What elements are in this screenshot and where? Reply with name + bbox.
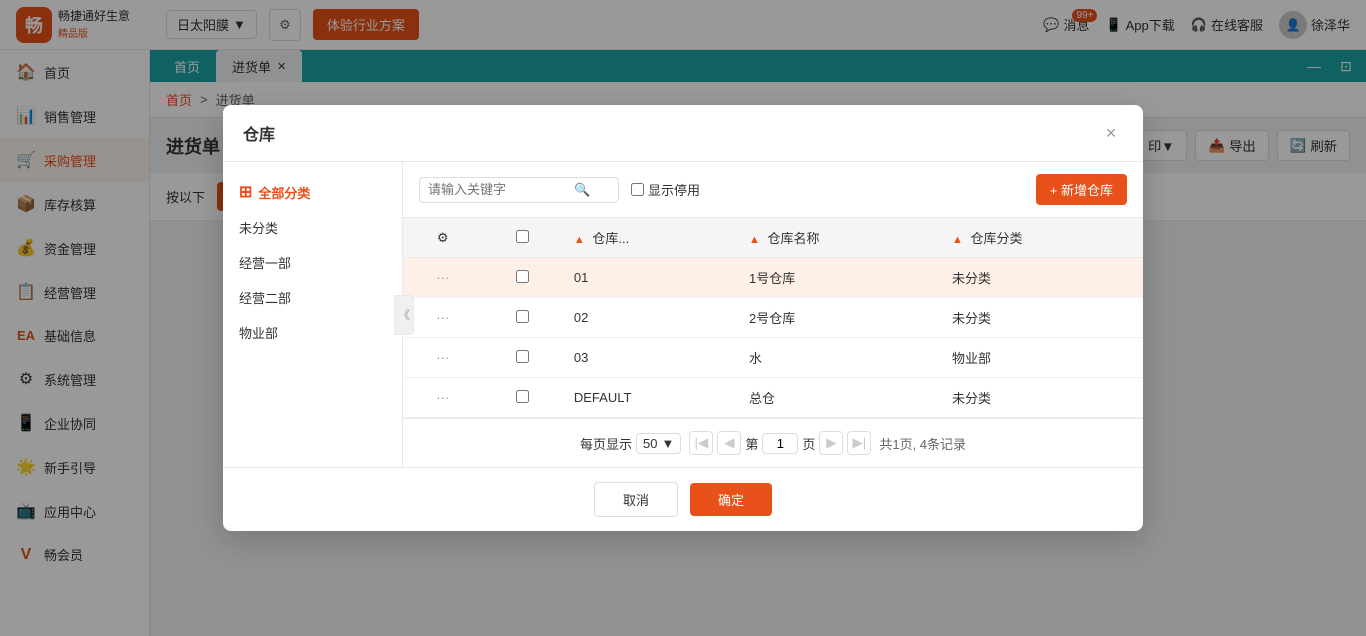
- table-row: ··· 03 水 物业部: [403, 338, 1143, 378]
- category-label-0: 未分类: [239, 221, 278, 236]
- row-code: DEFAULT: [562, 378, 737, 418]
- show-disabled-toggle[interactable]: 显示停用: [631, 180, 700, 199]
- page-unit: 页: [802, 434, 815, 453]
- row-category: 未分类: [940, 298, 1143, 338]
- prev-page-button[interactable]: ◀: [717, 431, 741, 455]
- next-page-button[interactable]: ▶: [819, 431, 843, 455]
- row-actions: ···: [403, 378, 482, 418]
- search-input[interactable]: [428, 182, 568, 197]
- select-all-checkbox[interactable]: [516, 230, 529, 243]
- row-checkbox-cell: [482, 378, 561, 418]
- col-code-label: 仓库...: [592, 231, 629, 246]
- table-toolbar: 🔍 显示停用 + 新增仓库: [403, 162, 1143, 218]
- collapse-panel-button[interactable]: 《: [394, 295, 414, 335]
- category-panel: ⊞ 全部分类 未分类 经营一部 经营二部 物业部 《: [223, 162, 403, 467]
- col-category-label: 仓库分类: [970, 231, 1022, 246]
- table-row: ··· DEFAULT 总仓 未分类: [403, 378, 1143, 418]
- last-page-button[interactable]: ▶|: [847, 431, 871, 455]
- row-ellipsis-button[interactable]: ···: [436, 270, 449, 285]
- row-code: 03: [562, 338, 737, 378]
- category-label-3: 物业部: [239, 326, 278, 341]
- modal-footer: 取消 确定: [223, 467, 1143, 531]
- sort-code-icon: ▲: [574, 234, 585, 246]
- dropdown-arrow-icon: ▼: [661, 436, 674, 451]
- modal-body: ⊞ 全部分类 未分类 经营一部 经营二部 物业部 《: [223, 162, 1143, 467]
- category-item-ops2[interactable]: 经营二部: [223, 280, 402, 315]
- add-warehouse-button[interactable]: + 新增仓库: [1036, 174, 1127, 205]
- row-category: 未分类: [940, 378, 1143, 418]
- sort-category-icon: ▲: [952, 234, 963, 246]
- warehouse-table: ⚙ ▲ 仓库... ▲ 仓库名称: [403, 218, 1143, 418]
- col-name-label: 仓库名称: [768, 231, 820, 246]
- category-item-unclassified[interactable]: 未分类: [223, 210, 402, 245]
- pagination: 每页显示 50 ▼ |◀ ◀ 第 页 ▶ ▶|: [403, 418, 1143, 467]
- col-header-name: ▲ 仓库名称: [737, 218, 940, 258]
- all-categories-label: 全部分类: [258, 183, 310, 202]
- first-page-button[interactable]: |◀: [689, 431, 713, 455]
- table-body: ··· 01 1号仓库 未分类 ··· 02 2号仓库 未分类 ··· 03 水…: [403, 258, 1143, 418]
- row-ellipsis-button[interactable]: ···: [436, 310, 449, 325]
- row-checkbox-cell: [482, 258, 561, 298]
- row-checkbox[interactable]: [516, 390, 529, 403]
- search-box[interactable]: 🔍: [419, 177, 619, 203]
- table-row: ··· 01 1号仓库 未分类: [403, 258, 1143, 298]
- row-actions: ···: [403, 338, 482, 378]
- col-header-code: ▲ 仓库...: [562, 218, 737, 258]
- row-actions: ···: [403, 298, 482, 338]
- table-panel: 🔍 显示停用 + 新增仓库 ⚙: [403, 162, 1143, 467]
- page-total: 共1页, 4条记录: [879, 434, 966, 453]
- page-label: 第: [745, 434, 758, 453]
- chevron-left-icon: 《: [398, 306, 410, 323]
- category-label-2: 经营二部: [239, 291, 291, 306]
- category-item-property[interactable]: 物业部: [223, 315, 402, 350]
- modal-title: 仓库: [243, 121, 275, 145]
- confirm-button[interactable]: 确定: [690, 483, 772, 516]
- row-checkbox[interactable]: [516, 270, 529, 283]
- row-name: 总仓: [737, 378, 940, 418]
- grid-icon: ⊞: [239, 182, 252, 202]
- page-size-select: 每页显示 50 ▼: [580, 433, 681, 454]
- show-disabled-checkbox[interactable]: [631, 183, 644, 196]
- warehouse-modal: 仓库 × ⊞ 全部分类 未分类 经营一部 经营二部: [223, 105, 1143, 531]
- row-ellipsis-button[interactable]: ···: [436, 390, 449, 405]
- modal-overlay: 仓库 × ⊞ 全部分类 未分类 经营一部 经营二部: [0, 0, 1366, 636]
- row-name: 水: [737, 338, 940, 378]
- show-disabled-label: 显示停用: [648, 180, 700, 199]
- data-table: ⚙ ▲ 仓库... ▲ 仓库名称: [403, 218, 1143, 418]
- row-checkbox-cell: [482, 338, 561, 378]
- col-header-checkbox: [482, 218, 561, 258]
- table-row: ··· 02 2号仓库 未分类: [403, 298, 1143, 338]
- row-category: 未分类: [940, 258, 1143, 298]
- modal-header: 仓库 ×: [223, 105, 1143, 162]
- cancel-button[interactable]: 取消: [594, 482, 678, 517]
- row-checkbox-cell: [482, 298, 561, 338]
- row-ellipsis-button[interactable]: ···: [436, 350, 449, 365]
- row-checkbox[interactable]: [516, 310, 529, 323]
- category-label-1: 经营一部: [239, 256, 291, 271]
- row-name: 1号仓库: [737, 258, 940, 298]
- row-name: 2号仓库: [737, 298, 940, 338]
- modal-close-button[interactable]: ×: [1099, 121, 1123, 145]
- sort-name-icon: ▲: [749, 234, 760, 246]
- per-page-label: 每页显示: [580, 434, 632, 453]
- category-item-ops1[interactable]: 经营一部: [223, 245, 402, 280]
- category-header[interactable]: ⊞ 全部分类: [223, 174, 402, 210]
- page-size-value: 50: [643, 436, 657, 451]
- search-icon: 🔍: [574, 182, 590, 198]
- col-header-gear: ⚙: [403, 218, 482, 258]
- row-checkbox[interactable]: [516, 350, 529, 363]
- page-size-dropdown[interactable]: 50 ▼: [636, 433, 681, 454]
- row-actions: ···: [403, 258, 482, 298]
- page-number-input[interactable]: [762, 433, 798, 454]
- row-code: 01: [562, 258, 737, 298]
- page-navigation: |◀ ◀ 第 页 ▶ ▶|: [689, 431, 871, 455]
- table-header-row: ⚙ ▲ 仓库... ▲ 仓库名称: [403, 218, 1143, 258]
- row-category: 物业部: [940, 338, 1143, 378]
- col-header-category: ▲ 仓库分类: [940, 218, 1143, 258]
- row-code: 02: [562, 298, 737, 338]
